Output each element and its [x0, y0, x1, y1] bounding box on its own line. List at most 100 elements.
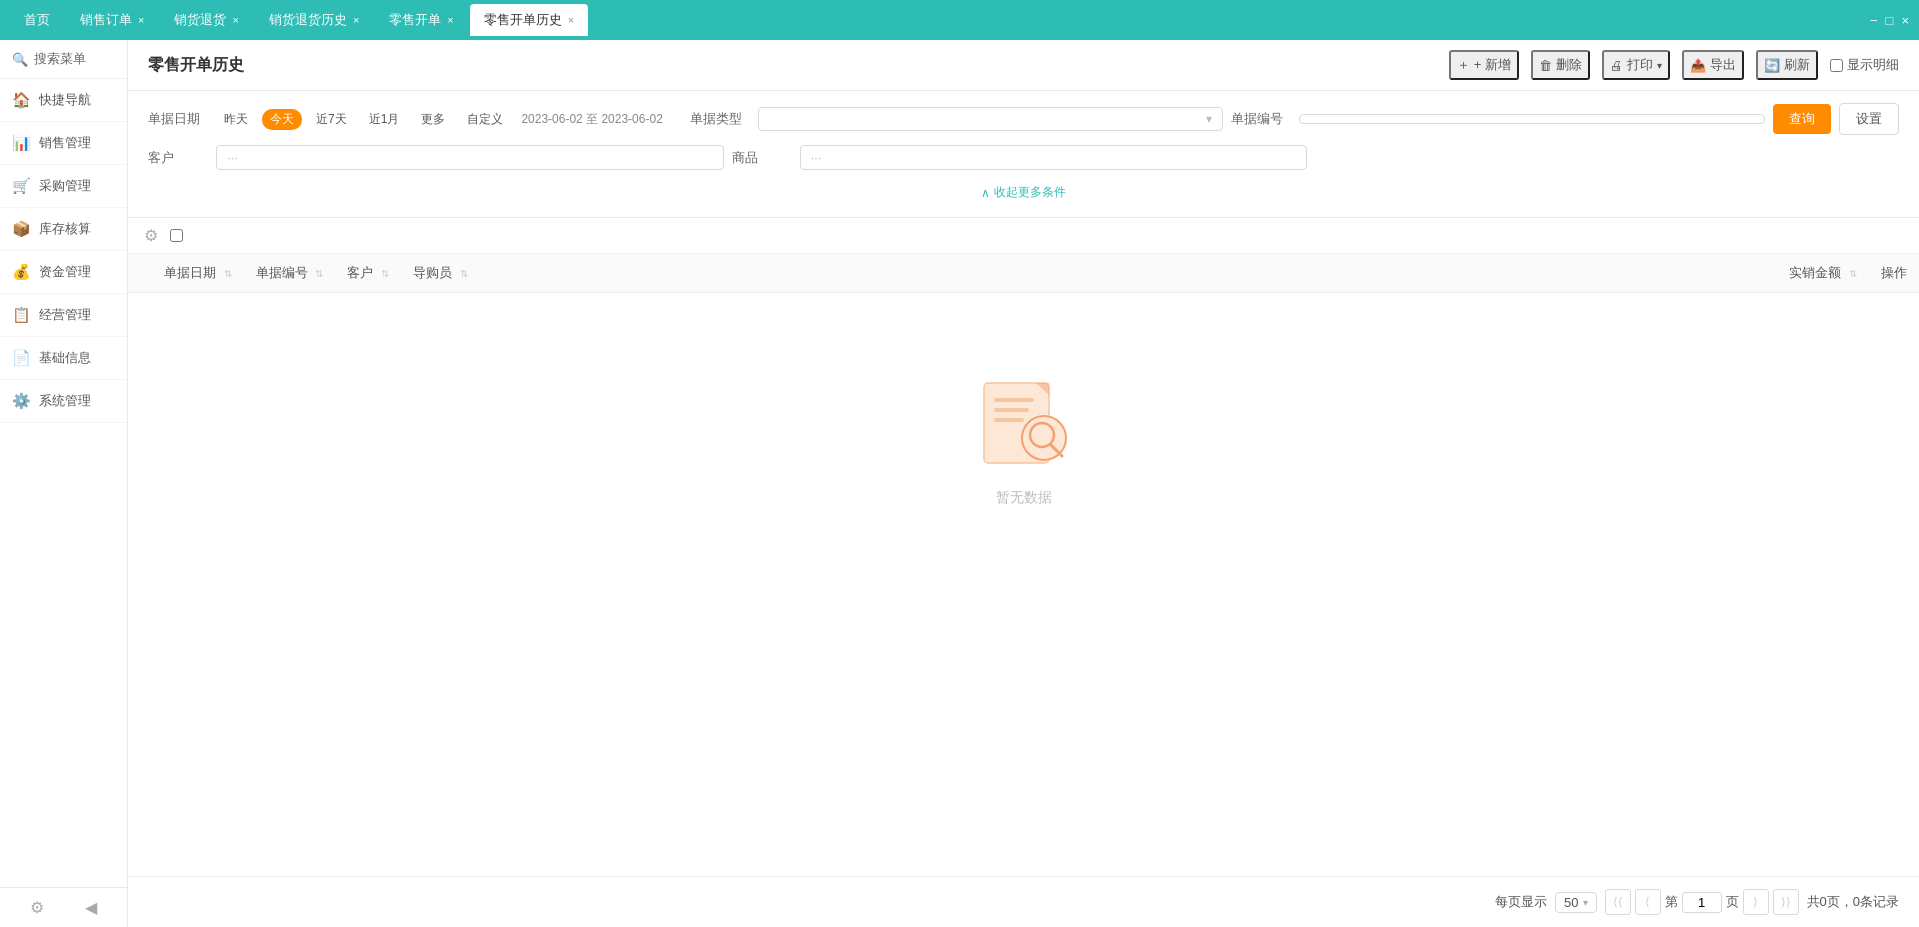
sidebar-collapse-btn[interactable]: ◀ — [85, 898, 97, 917]
goods-label: 商品 — [732, 149, 792, 167]
th-spacer — [480, 254, 1778, 293]
tab-retail-open-close[interactable]: × — [447, 14, 453, 26]
query-button[interactable]: 查询 — [1773, 104, 1831, 134]
filter-area: 单据日期 昨天 今天 近7天 近1月 更多 自定义 2023-06-02 至 2… — [128, 91, 1919, 218]
pagination: 每页显示 50 ▾ ⟨⟨ ⟨ 第 页 ⟩ ⟩⟩ 共0页，0条记录 — [128, 876, 1919, 927]
select-all-checkbox[interactable] — [170, 229, 183, 242]
page-size-select[interactable]: 50 ▾ — [1555, 892, 1596, 913]
sidebar-item-basic-info[interactable]: 📄 基础信息 — [0, 337, 127, 380]
sidebar-settings-btn[interactable]: ⚙ — [30, 898, 44, 917]
bill-no-label: 单据编号 — [1231, 110, 1291, 128]
page-number-input[interactable] — [1682, 892, 1722, 913]
empty-text: 暂无数据 — [996, 489, 1052, 507]
bill-type-filter-group: 单据类型 ▾ — [690, 107, 1224, 131]
sidebar-item-quick-nav[interactable]: 🏠 快捷导航 — [0, 79, 127, 122]
content-area: 零售开单历史 ＋ + 新增 🗑 删除 🖨 打印 ▾ 📤 导出 — [128, 40, 1919, 927]
date-filter-label: 单据日期 — [148, 110, 208, 128]
per-page-label: 每页显示 — [1495, 893, 1547, 911]
search-icon: 🔍 — [12, 52, 28, 67]
goods-filter-group: 商品 ··· — [732, 145, 1308, 170]
date-btn-yesterday[interactable]: 昨天 — [216, 109, 256, 130]
sidebar-item-purchase-mgmt[interactable]: 🛒 采购管理 — [0, 165, 127, 208]
svg-rect-1 — [994, 398, 1034, 402]
sidebar-item-operation[interactable]: 📋 经营管理 — [0, 294, 127, 337]
page-next-btn[interactable]: ⟩ — [1743, 889, 1769, 915]
date-range-display: 2023-06-02 至 2023-06-02 — [521, 111, 662, 128]
window-max[interactable]: □ — [1886, 13, 1894, 28]
sidebar-item-finance[interactable]: 💰 资金管理 — [0, 251, 127, 294]
print-button[interactable]: 🖨 打印 ▾ — [1602, 50, 1670, 80]
empty-illustration — [964, 373, 1084, 473]
page-nav: ⟨⟨ ⟨ 第 页 ⟩ ⟩⟩ — [1605, 889, 1799, 915]
page-first-btn[interactable]: ⟨⟨ — [1605, 889, 1631, 915]
goods-input[interactable]: ··· — [800, 145, 1308, 170]
th-no[interactable]: 单据编号 ⇅ — [244, 254, 336, 293]
data-table: 单据日期 ⇅ 单据编号 ⇅ 客户 ⇅ 导购员 ⇅ — [128, 254, 1919, 587]
basic-info-icon: 📄 — [12, 349, 31, 367]
bill-type-dropdown-icon: ▾ — [1206, 112, 1212, 126]
date-btn-today[interactable]: 今天 — [262, 109, 302, 130]
sidebar-bottom: ⚙ ◀ — [0, 887, 127, 927]
customer-filter-group: 客户 ··· — [148, 145, 724, 170]
svg-rect-3 — [994, 418, 1024, 422]
page-title: 零售开单历史 — [148, 55, 244, 76]
add-button[interactable]: ＋ + 新增 — [1449, 50, 1519, 80]
collapse-row: ∧ 收起更多条件 — [148, 180, 1899, 205]
sort-guide-icon: ⇅ — [460, 268, 468, 279]
sort-customer-icon: ⇅ — [381, 268, 389, 279]
display-detail-input[interactable] — [1830, 59, 1843, 72]
tab-home[interactable]: 首页 — [10, 4, 64, 36]
sidebar-item-inventory[interactable]: 📦 库存核算 — [0, 208, 127, 251]
page-size-dropdown-icon: ▾ — [1583, 897, 1588, 908]
tab-sales-return-history[interactable]: 销货退货历史 × — [255, 4, 373, 36]
page-last-btn[interactable]: ⟩⟩ — [1773, 889, 1799, 915]
sort-date-icon: ⇅ — [224, 268, 232, 279]
export-button[interactable]: 📤 导出 — [1682, 50, 1744, 80]
collapse-button[interactable]: ∧ 收起更多条件 — [981, 180, 1066, 205]
page-suffix: 页 — [1726, 893, 1739, 911]
th-customer[interactable]: 客户 ⇅ — [335, 254, 401, 293]
page-prev-btn[interactable]: ⟨ — [1635, 889, 1661, 915]
tab-sales-return-close[interactable]: × — [232, 14, 238, 26]
refresh-button[interactable]: 🔄 刷新 — [1756, 50, 1818, 80]
print-dropdown-icon: ▾ — [1657, 60, 1662, 71]
window-close[interactable]: × — [1901, 13, 1909, 28]
tab-retail-open[interactable]: 零售开单 × — [375, 4, 467, 36]
window-controls: − □ × — [1870, 13, 1909, 28]
tab-sales-order-close[interactable]: × — [138, 14, 144, 26]
date-btn-1month[interactable]: 近1月 — [361, 109, 408, 130]
table-toolbar: ⚙ — [128, 218, 1919, 254]
inventory-icon: 📦 — [12, 220, 31, 238]
date-btn-7days[interactable]: 近7天 — [308, 109, 355, 130]
display-detail-checkbox[interactable]: 显示明细 — [1830, 56, 1899, 74]
bill-type-select[interactable]: ▾ — [758, 107, 1224, 131]
tab-sales-order[interactable]: 销售订单 × — [66, 4, 158, 36]
bill-no-input[interactable] — [1299, 114, 1765, 124]
tab-sales-return[interactable]: 销货退货 × — [160, 4, 252, 36]
page-prefix: 第 — [1665, 893, 1678, 911]
sidebar-item-system[interactable]: ⚙️ 系统管理 — [0, 380, 127, 423]
sidebar-search[interactable]: 🔍 搜索菜单 — [0, 40, 127, 79]
date-filter-group: 单据日期 昨天 今天 近7天 近1月 更多 自定义 2023-06-02 至 2… — [148, 109, 682, 130]
sidebar: 🔍 搜索菜单 🏠 快捷导航 📊 销售管理 🛒 采购管理 📦 库存核算 💰 资金管… — [0, 40, 128, 927]
filter-row-2: 客户 ··· 商品 ··· — [148, 145, 1899, 170]
date-btn-more[interactable]: 更多 — [413, 109, 453, 130]
th-amount[interactable]: 实销金额 ⇅ — [1777, 254, 1869, 293]
window-min[interactable]: − — [1870, 13, 1878, 28]
page-header: 零售开单历史 ＋ + 新增 🗑 删除 🖨 打印 ▾ 📤 导出 — [128, 40, 1919, 91]
date-btn-custom[interactable]: 自定义 — [459, 109, 511, 130]
date-filter-buttons: 昨天 今天 近7天 近1月 更多 自定义 2023-06-02 至 2023-0… — [216, 109, 663, 130]
pagination-total: 共0页，0条记录 — [1807, 893, 1899, 911]
th-date[interactable]: 单据日期 ⇅ — [152, 254, 244, 293]
settings-button[interactable]: 设置 — [1839, 103, 1899, 135]
finance-icon: 💰 — [12, 263, 31, 281]
delete-button[interactable]: 🗑 删除 — [1531, 50, 1590, 80]
tab-retail-open-history[interactable]: 零售开单历史 × — [470, 4, 588, 36]
tab-retail-open-history-close[interactable]: × — [568, 14, 574, 26]
sidebar-item-sales-mgmt[interactable]: 📊 销售管理 — [0, 122, 127, 165]
th-guide[interactable]: 导购员 ⇅ — [401, 254, 480, 293]
empty-state: 暂无数据 — [128, 293, 1919, 587]
tab-sales-return-history-close[interactable]: × — [353, 14, 359, 26]
table-settings-icon[interactable]: ⚙ — [144, 226, 158, 245]
customer-input[interactable]: ··· — [216, 145, 724, 170]
